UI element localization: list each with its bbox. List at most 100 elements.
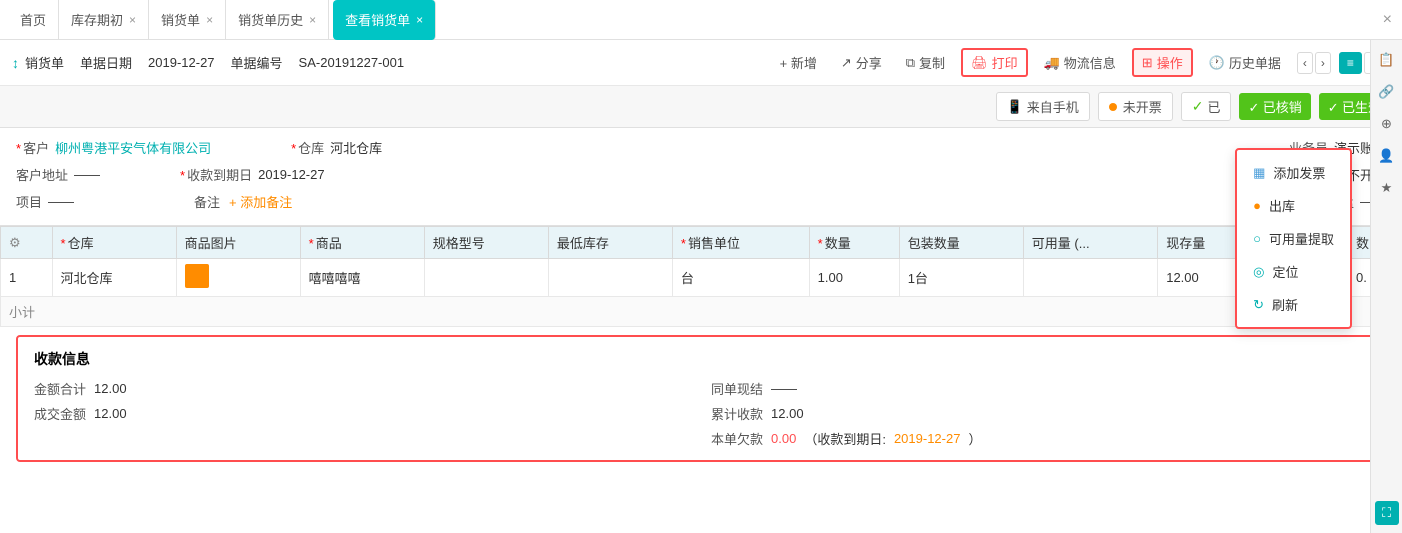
next-button[interactable]: › xyxy=(1315,52,1331,74)
from-phone-button[interactable]: 📱 来自手机 xyxy=(996,92,1090,121)
dropdown-item-available-qty[interactable]: ○ 可用量提取 xyxy=(1237,222,1350,255)
tab-sales-order-history[interactable]: 销货单历史 × xyxy=(226,0,329,40)
add-note-button[interactable]: + 添加备注 xyxy=(226,192,292,211)
logistics-button[interactable]: 🚚 物流信息 xyxy=(1036,49,1124,76)
same-order-settlement-row: 同单现结 —— xyxy=(711,379,1368,398)
current-arrears-value: 0.00 xyxy=(771,431,796,446)
doc-date-label: 单据日期 xyxy=(80,53,132,72)
td-product: 嘻嘻嘻嘻 xyxy=(300,259,424,297)
doc-number-label: 单据编号 xyxy=(231,53,283,72)
tab-inventory-init-close[interactable]: × xyxy=(129,13,136,27)
window-close-button[interactable]: × xyxy=(1383,11,1392,29)
print-button[interactable]: 🖨 打印 xyxy=(961,48,1028,77)
customer-field: 客户 柳州粤港平安气体有限公司 xyxy=(16,138,211,157)
share-button[interactable]: ↗ 分享 xyxy=(833,49,890,76)
sidebar-at-button[interactable]: ⊕ xyxy=(1375,112,1399,136)
history-button[interactable]: 🕐 历史单据 xyxy=(1201,49,1289,76)
dropdown-item-locate[interactable]: ◎ 定位 xyxy=(1237,255,1350,288)
tab-inventory-init[interactable]: 库存期初 × xyxy=(59,0,149,40)
outbound-icon: ● xyxy=(1253,198,1261,213)
transaction-amount-value: 12.00 xyxy=(94,406,127,421)
th-sales-unit: 销售单位 xyxy=(672,227,809,259)
dropdown-item-refresh[interactable]: ↻ 刷新 xyxy=(1237,288,1350,321)
table-header-row: ⚙ 仓库 商品图片 商品 规格型号 最低库存 销售单位 数量 包装数量 可用量 … xyxy=(1,227,1402,259)
current-arrears-label: 本单欠款 xyxy=(711,429,763,448)
copy-button[interactable]: ⧉ 复制 xyxy=(898,49,953,76)
td-package-qty: 1台 xyxy=(899,259,1023,297)
dropdown-item-add-invoice[interactable]: ▦ 添加发票 xyxy=(1237,156,1350,189)
sidebar-star-button[interactable]: ★ xyxy=(1375,176,1399,200)
sidebar-fullscreen-icon: ⛶ xyxy=(1382,505,1391,521)
main-area: ↕ 销货单 单据日期 2019-12-27 单据编号 SA-20191227-0… xyxy=(0,40,1402,533)
doc-date-value: 2019-12-27 xyxy=(148,55,215,70)
project-value: —— xyxy=(48,194,74,209)
customer-value[interactable]: 柳州粤港平安气体有限公司 xyxy=(55,138,211,157)
project-field: 项目 —— xyxy=(16,192,74,211)
sidebar-doc-button[interactable]: 📋 xyxy=(1375,48,1399,72)
products-table: ⚙ 仓库 商品图片 商品 规格型号 最低库存 销售单位 数量 包装数量 可用量 … xyxy=(0,226,1402,327)
doc-type-icon: ↕ xyxy=(12,55,19,71)
current-arrears-row: 本单欠款 0.00 （收款到期日: 2019-12-27 ） xyxy=(711,429,1368,448)
note-field: 备注 + 添加备注 xyxy=(194,192,292,211)
tab-view-sales-order[interactable]: 查看销货单 × xyxy=(333,0,436,40)
td-available xyxy=(1023,259,1157,297)
sidebar-at-icon: ⊕ xyxy=(1381,116,1392,132)
note-label: 备注 xyxy=(194,192,220,211)
prev-button[interactable]: ‹ xyxy=(1297,52,1313,74)
address-field: 客户地址 —— xyxy=(16,165,100,184)
share-icon: ↗ xyxy=(841,55,852,71)
tab-sales-order-history-label: 销货单历史 xyxy=(238,10,303,29)
history-icon: 🕐 xyxy=(1209,55,1225,71)
address-label: 客户地址 xyxy=(16,165,68,184)
tab-view-sales-order-close[interactable]: × xyxy=(416,13,423,27)
revoked-status-button[interactable]: ✓ 已核销 xyxy=(1239,93,1310,120)
tab-view-sales-order-label: 查看销货单 xyxy=(345,10,410,29)
refresh-icon: ↻ xyxy=(1253,297,1264,313)
due-date-value: 2019-12-27 xyxy=(894,431,961,446)
address-value: —— xyxy=(74,167,100,182)
refresh-label: 刷新 xyxy=(1272,295,1298,314)
tab-sales-order-history-close[interactable]: × xyxy=(309,13,316,27)
doc-title: ↕ 销货单 xyxy=(12,53,64,72)
check-circle-icon: ✓ xyxy=(1248,100,1259,115)
sidebar-user-button[interactable]: 👤 xyxy=(1375,144,1399,168)
project-label: 项目 xyxy=(16,192,42,211)
cumulative-payment-row: 累计收款 12.00 xyxy=(711,404,1368,423)
th-warehouse: 仓库 xyxy=(52,227,176,259)
sidebar-doc-icon: 📋 xyxy=(1378,52,1394,68)
doc-actions: + 新增 ↗ 分享 ⧉ 复制 🖨 打印 🚚 物流信息 xyxy=(772,48,1390,77)
available-qty-icon: ○ xyxy=(1253,231,1261,246)
sidebar-link-icon: 🔗 xyxy=(1378,84,1394,100)
not-opened-button[interactable]: 未开票 xyxy=(1098,92,1173,121)
tab-sales-order[interactable]: 销货单 × xyxy=(149,0,226,40)
check-button[interactable]: ✓ 已 xyxy=(1181,92,1232,121)
tab-bar: 首页 库存期初 × 销货单 × 销货单历史 × 查看销货单 × × xyxy=(0,0,1402,40)
new-button[interactable]: + 新增 xyxy=(772,49,825,76)
print-icon: 🖨 xyxy=(971,55,988,71)
payment-date-value: 2019-12-27 xyxy=(258,167,325,182)
toolbar-row: 📱 来自手机 未开票 ✓ 已 ✓ 已核销 ✓ 已生效 xyxy=(0,86,1402,128)
list-view-button[interactable]: ≡ xyxy=(1339,52,1362,74)
locate-label: 定位 xyxy=(1272,262,1298,281)
th-spec: 规格型号 xyxy=(424,227,548,259)
th-gear[interactable]: ⚙ xyxy=(1,227,53,259)
dropdown-item-outbound[interactable]: ● 出库 xyxy=(1237,189,1350,222)
payment-section: 收款信息 金额合计 12.00 同单现结 —— 成交金额 12.00 累计收款 … xyxy=(16,335,1386,462)
doc-number-value: SA-20191227-001 xyxy=(299,55,405,70)
cumulative-payment-label: 累计收款 xyxy=(711,404,763,423)
tab-home[interactable]: 首页 xyxy=(8,0,59,40)
locate-icon: ◎ xyxy=(1253,264,1264,280)
total-amount-row: 金额合计 12.00 xyxy=(34,379,691,398)
transaction-amount-label: 成交金额 xyxy=(34,404,86,423)
sidebar-fullscreen-button[interactable]: ⛶ xyxy=(1375,501,1399,525)
doc-header: ↕ 销货单 单据日期 2019-12-27 单据编号 SA-20191227-0… xyxy=(0,40,1402,86)
doc-type-label: 销货单 xyxy=(25,53,64,72)
product-image xyxy=(185,264,209,288)
operations-button[interactable]: ⊞ 操作 xyxy=(1132,48,1193,77)
sidebar-link-button[interactable]: 🔗 xyxy=(1375,80,1399,104)
tab-sales-order-close[interactable]: × xyxy=(206,13,213,27)
nav-arrows: ‹ › xyxy=(1297,52,1331,74)
th-min-stock: 最低库存 xyxy=(548,227,672,259)
due-date-text: （收款到期日: xyxy=(804,429,886,448)
warehouse-label: 仓库 xyxy=(291,138,324,157)
